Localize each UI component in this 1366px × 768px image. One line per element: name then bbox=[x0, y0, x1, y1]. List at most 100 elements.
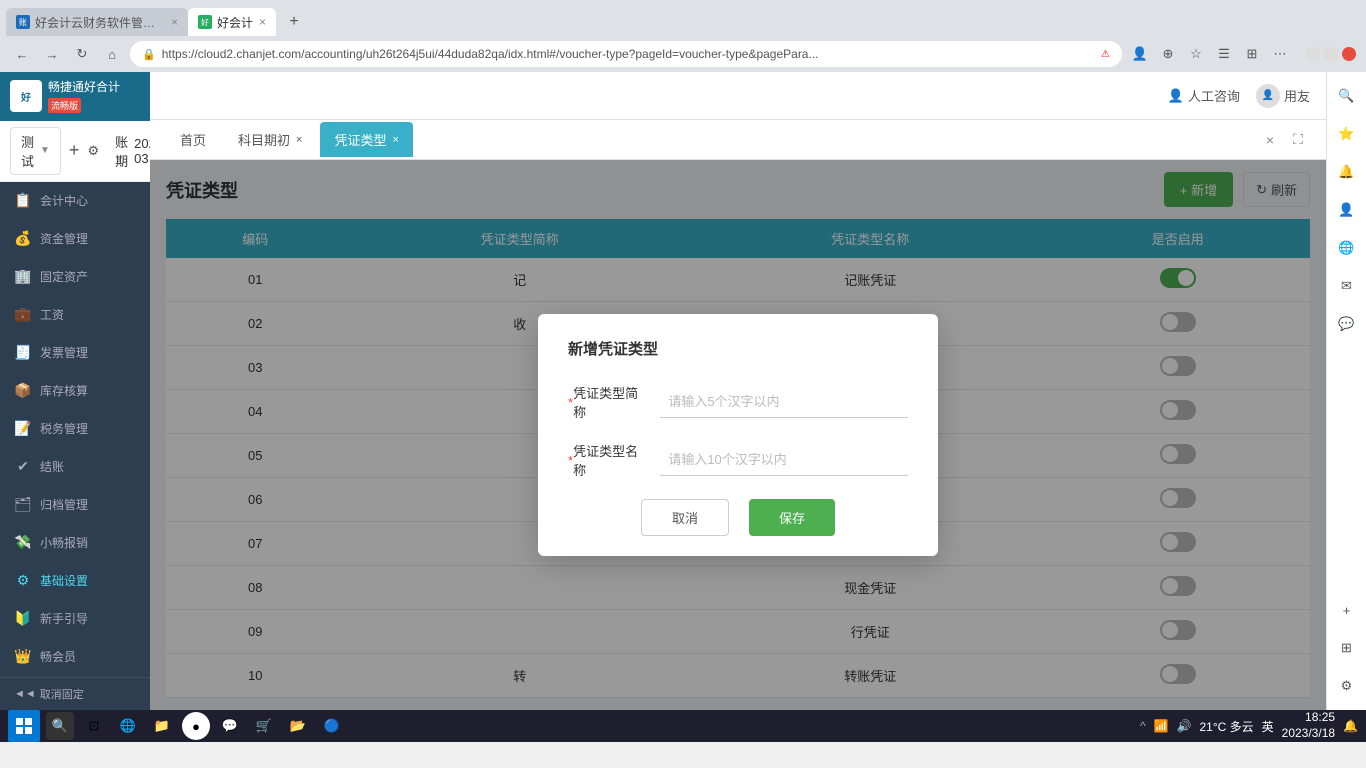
right-panel-chat-icon[interactable]: 💬 bbox=[1331, 308, 1363, 340]
add-button[interactable]: + bbox=[69, 138, 80, 164]
right-panel-settings-icon[interactable]: ⚙ bbox=[1331, 670, 1363, 702]
sidebar-label-salary: 工资 bbox=[40, 306, 64, 323]
dialog-actions: 取消 保存 bbox=[568, 499, 908, 536]
right-panel-mail-icon[interactable]: ✉ bbox=[1331, 270, 1363, 302]
right-panel-bell-icon[interactable]: 🔔 bbox=[1331, 156, 1363, 188]
main-topbar: 👤 人工咨询 👤 用友 bbox=[150, 72, 1326, 120]
tab-voucher-close-icon[interactable]: × bbox=[392, 134, 398, 146]
user-menu[interactable]: 👤 用友 bbox=[1256, 84, 1310, 108]
profile-icon[interactable]: 👤 bbox=[1128, 42, 1152, 66]
tab-home[interactable]: 首页 bbox=[166, 122, 220, 157]
sidebar-footer: ◄◄ 取消固定 bbox=[0, 677, 150, 710]
right-panel-search-icon[interactable]: 🔍 bbox=[1331, 80, 1363, 112]
sidebar-item-checkout[interactable]: ✔ 结账 bbox=[0, 448, 150, 486]
sidebar-item-dashboard[interactable]: 📋 会计中心 bbox=[0, 182, 150, 220]
tab2-label: 好会计 bbox=[217, 14, 253, 31]
sidebar-item-funds[interactable]: 💰 资金管理 bbox=[0, 220, 150, 258]
sidebar-item-guide[interactable]: 🔰 新手引导 bbox=[0, 600, 150, 638]
help-icon: 👤 bbox=[1168, 88, 1184, 104]
tab2-favicon: 好 bbox=[198, 15, 212, 29]
reading-icon[interactable]: ☰ bbox=[1212, 42, 1236, 66]
browser-right-icons: 👤 ⊕ ☆ ☰ ⊞ ⋯ bbox=[1128, 42, 1292, 66]
cancel-fixed-button[interactable]: ◄◄ 取消固定 bbox=[14, 686, 136, 702]
abbr-input[interactable] bbox=[660, 386, 908, 418]
sidebar-item-invoice[interactable]: 🧾 发票管理 bbox=[0, 334, 150, 372]
window-controls bbox=[1306, 47, 1356, 61]
right-panel-add-icon[interactable]: + bbox=[1331, 594, 1363, 626]
right-panel-grid-icon[interactable]: ⊞ bbox=[1331, 632, 1363, 664]
sidebar-item-expense[interactable]: 💸 小畅报销 bbox=[0, 524, 150, 562]
user-label: 用友 bbox=[1284, 86, 1310, 105]
name-field-label: 凭证类型名称 bbox=[573, 441, 650, 479]
close-window[interactable] bbox=[1342, 47, 1356, 61]
cancel-fixed-arrow-icon: ◄◄ bbox=[14, 688, 36, 700]
settings-sidebar-icon: ⚙ bbox=[14, 572, 32, 590]
weather-text: 21°C 多云 bbox=[1199, 718, 1253, 735]
guide-icon: 🔰 bbox=[14, 610, 32, 628]
right-panel-globe-icon[interactable]: 🌐 bbox=[1331, 232, 1363, 264]
close-panel-icon[interactable]: × bbox=[1258, 128, 1282, 152]
sys-tray-sound: 🔊 bbox=[1177, 719, 1192, 733]
sidebar-item-archive[interactable]: 🗂 归档管理 bbox=[0, 486, 150, 524]
taskbar-wechat-icon[interactable]: 💬 bbox=[216, 712, 244, 740]
right-panel-user-icon[interactable]: 👤 bbox=[1331, 194, 1363, 226]
help-label: 人工咨询 bbox=[1188, 86, 1240, 105]
maximize-panel-icon[interactable]: ⛶ bbox=[1286, 128, 1310, 152]
taskbar-search-icon[interactable]: 🔍 bbox=[46, 712, 74, 740]
taskbar-chrome-icon[interactable]: ● bbox=[182, 712, 210, 740]
dialog-box: 新增凭证类型 * 凭证类型简称 * 凭证类型名称 bbox=[538, 314, 938, 556]
cancel-dialog-button[interactable]: 取消 bbox=[641, 499, 729, 536]
taskbar-edge2-icon[interactable]: 🔵 bbox=[318, 712, 346, 740]
tab2-close-icon[interactable]: × bbox=[259, 15, 266, 29]
new-tab-button[interactable]: + bbox=[280, 8, 308, 36]
member-icon: 👑 bbox=[14, 648, 32, 666]
sidebar-scroll: 📋 会计中心 💰 资金管理 🏢 固定资产 💼 工资 🧾 发票管理 bbox=[0, 182, 150, 677]
restore-window[interactable] bbox=[1324, 47, 1338, 61]
address-bar: ← → ↻ ⌂ 🔒 https://cloud2.chanjet.com/acc… bbox=[0, 36, 1366, 72]
minimize-window[interactable] bbox=[1306, 47, 1320, 61]
main-area: 👤 人工咨询 👤 用友 首页 科目期初 × 凭证类型 bbox=[150, 72, 1326, 710]
sidebar-label-member: 畅会员 bbox=[40, 648, 76, 665]
refresh-button[interactable]: ↻ bbox=[70, 42, 94, 66]
extensions-icon[interactable]: ⊕ bbox=[1156, 42, 1180, 66]
bookmark-icon[interactable]: ☆ bbox=[1184, 42, 1208, 66]
back-button[interactable]: ← bbox=[10, 42, 34, 66]
taskbar-task-icon[interactable]: ⊡ bbox=[80, 712, 108, 740]
name-input[interactable] bbox=[660, 444, 908, 476]
tab-subjects-close-icon[interactable]: × bbox=[296, 134, 302, 146]
tab-voucher[interactable]: 凭证类型 × bbox=[320, 122, 412, 157]
sidebar-item-inventory[interactable]: 📦 库存核算 bbox=[0, 372, 150, 410]
forward-button[interactable]: → bbox=[40, 42, 64, 66]
logo-main-text: 畅捷通好合计 bbox=[48, 80, 120, 96]
settings-icon[interactable]: ⚙ bbox=[87, 138, 99, 164]
workspace-label: 测试 bbox=[21, 132, 34, 170]
right-panel: 🔍 ⭐ 🔔 👤 🌐 ✉ 💬 + ⊞ ⚙ bbox=[1326, 72, 1366, 710]
start-button[interactable] bbox=[8, 710, 40, 742]
more-icon[interactable]: ⋯ bbox=[1268, 42, 1292, 66]
app-wrapper: 好 畅捷通好合计 流畅版 测试 ▼ + ⚙ 账期 2023-03 📅 bbox=[0, 72, 1366, 728]
help-button[interactable]: 👤 人工咨询 bbox=[1168, 86, 1240, 105]
sidebar-item-salary[interactable]: 💼 工资 bbox=[0, 296, 150, 334]
browser-tab-1[interactable]: 账 好会计云财务软件管理系统_会计 × bbox=[6, 8, 188, 36]
split-icon[interactable]: ⊞ bbox=[1240, 42, 1264, 66]
right-panel-star-icon[interactable]: ⭐ bbox=[1331, 118, 1363, 150]
browser-tab-2[interactable]: 好 好会计 × bbox=[188, 8, 276, 36]
sidebar-logo: 好 畅捷通好合计 流畅版 bbox=[0, 72, 150, 121]
tab-bar: 账 好会计云财务软件管理系统_会计 × 好 好会计 × + bbox=[0, 0, 1366, 36]
taskbar-folder-icon[interactable]: 📂 bbox=[284, 712, 312, 740]
taskbar-notify-icon[interactable]: 🔔 bbox=[1343, 719, 1358, 733]
home-button[interactable]: ⌂ bbox=[100, 42, 124, 66]
sidebar-item-member[interactable]: 👑 畅会员 bbox=[0, 638, 150, 676]
sidebar-item-assets[interactable]: 🏢 固定资产 bbox=[0, 258, 150, 296]
sidebar-item-settings[interactable]: ⚙ 基础设置 bbox=[0, 562, 150, 600]
tab1-close-icon[interactable]: × bbox=[171, 15, 178, 29]
sys-tray-arrow[interactable]: ^ bbox=[1140, 719, 1146, 733]
taskbar-store-icon[interactable]: 🛒 bbox=[250, 712, 278, 740]
taskbar-explorer-icon[interactable]: 📁 bbox=[148, 712, 176, 740]
taskbar-edge-icon[interactable]: 🌐 bbox=[114, 712, 142, 740]
workspace-selector[interactable]: 测试 ▼ bbox=[10, 127, 61, 175]
save-dialog-button[interactable]: 保存 bbox=[749, 499, 835, 536]
tab-subjects[interactable]: 科目期初 × bbox=[224, 122, 316, 157]
sidebar-item-tax[interactable]: 📝 税务管理 bbox=[0, 410, 150, 448]
address-input[interactable]: 🔒 https://cloud2.chanjet.com/accounting/… bbox=[130, 41, 1122, 67]
